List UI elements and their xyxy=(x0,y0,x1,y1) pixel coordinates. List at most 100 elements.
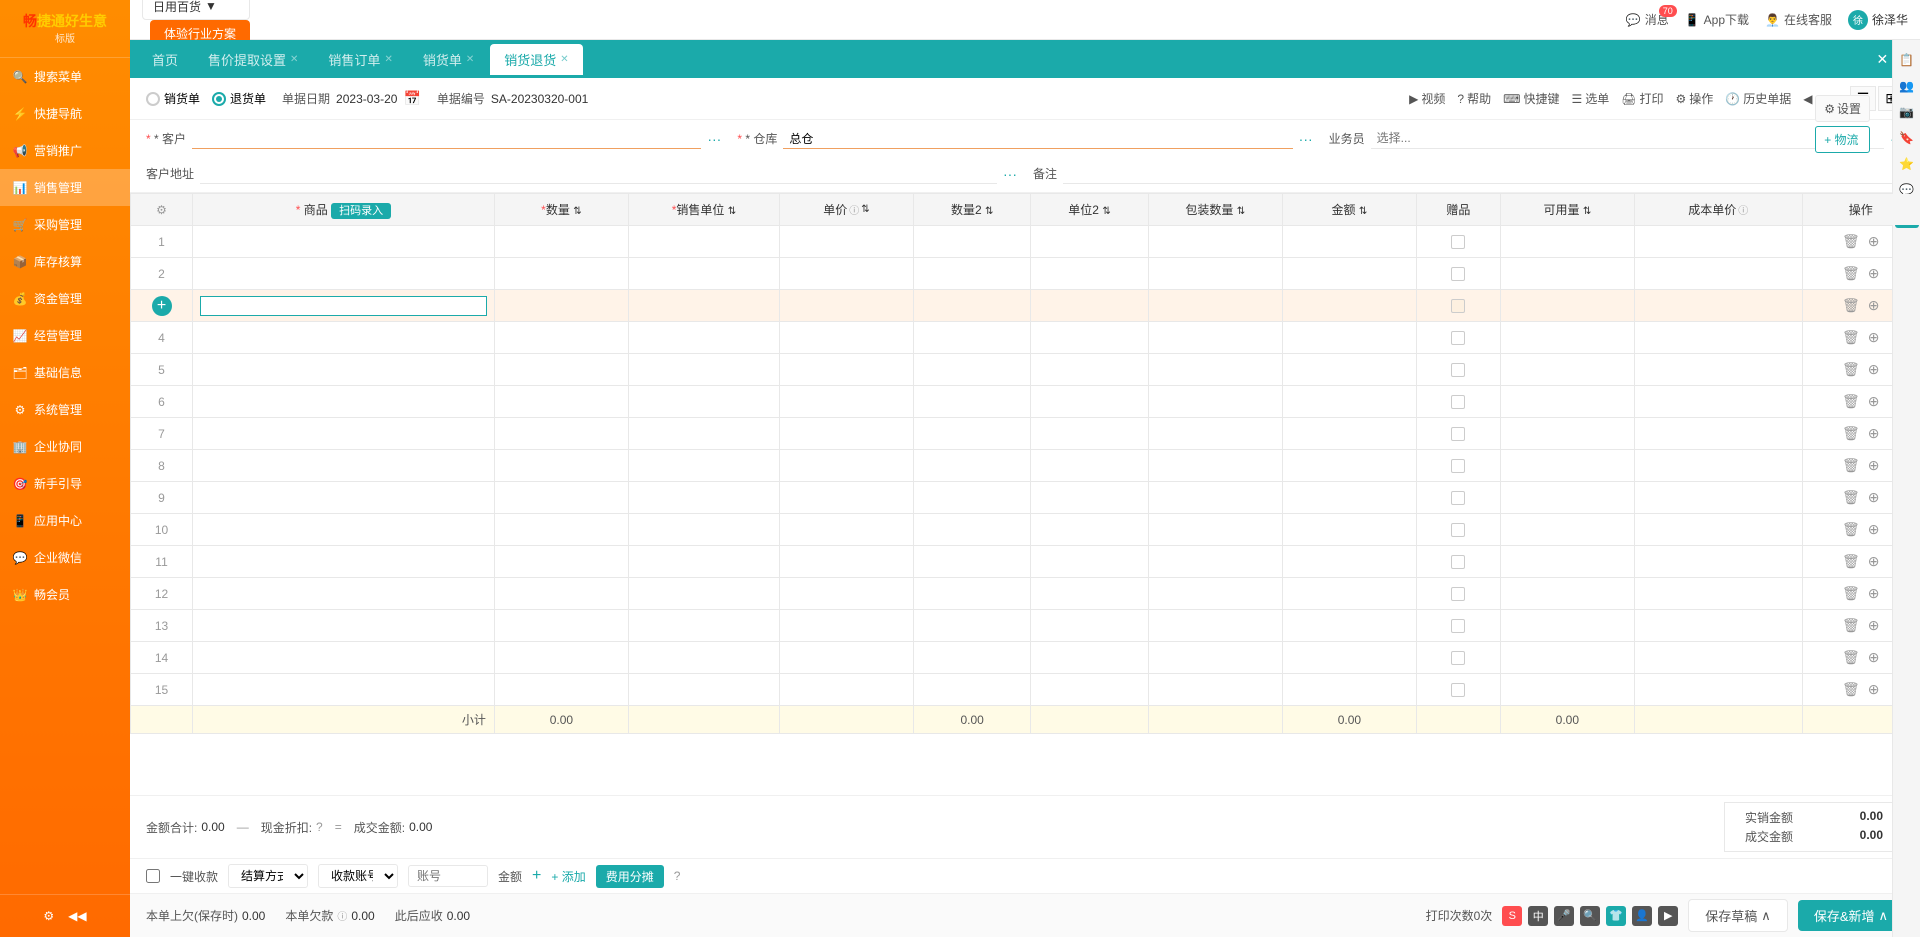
save-draft-btn[interactable]: 保存草稿 ∧ xyxy=(1688,899,1788,932)
gift-checkbox[interactable] xyxy=(1451,363,1465,377)
copy-row-btn[interactable]: ⊕ xyxy=(1866,487,1882,508)
tab-sales-close[interactable]: ✕ xyxy=(466,54,474,65)
address-input[interactable] xyxy=(200,163,997,184)
qty2-cell[interactable] xyxy=(913,258,1030,290)
app-download-group[interactable]: 📱 App下载 xyxy=(1685,11,1749,28)
discount-help-icon[interactable]: ? xyxy=(316,820,323,834)
sidebar-item-enterprise[interactable]: 🏢 企业协同 xyxy=(0,428,130,465)
pkg-cell[interactable] xyxy=(1148,226,1282,258)
rp-bookmark-icon[interactable]: 🔖 xyxy=(1895,126,1919,150)
gift-checkbox[interactable] xyxy=(1451,427,1465,441)
gift-checkbox[interactable] xyxy=(1451,267,1465,281)
tab-sales-return[interactable]: 销货退货 ✕ xyxy=(490,44,582,75)
copy-row-btn[interactable]: ⊕ xyxy=(1866,647,1882,668)
delete-row-active-btn[interactable]: 🗑 xyxy=(1840,295,1862,316)
icon-zh[interactable]: 中 xyxy=(1528,906,1548,926)
gift-checkbox[interactable] xyxy=(1451,619,1465,633)
icon-tshirt[interactable]: 👕 xyxy=(1606,906,1626,926)
unit2-cell[interactable] xyxy=(1031,258,1148,290)
cost-info-icon[interactable]: ⓘ xyxy=(1738,202,1748,217)
select-link[interactable]: ☰ 选单 xyxy=(1571,90,1609,107)
tab-return-close[interactable]: ✕ xyxy=(560,54,568,65)
col-settings-icon[interactable]: ⚙ xyxy=(156,203,167,217)
th-settings[interactable]: ⚙ xyxy=(131,194,193,226)
gift-cell[interactable] xyxy=(1416,226,1500,258)
product-cell[interactable] xyxy=(193,226,495,258)
copy-row-btn[interactable]: ⊕ xyxy=(1866,519,1882,540)
gift-checkbox[interactable] xyxy=(1451,555,1465,569)
qty-cell-active[interactable] xyxy=(494,290,628,322)
copy-row-btn[interactable]: ⊕ xyxy=(1866,615,1882,636)
price-info-icon[interactable]: ⓘ xyxy=(849,202,859,217)
operation-link[interactable]: ⚙ 操作 xyxy=(1675,90,1713,107)
sidebar-item-apps[interactable]: 📱 应用中心 xyxy=(0,502,130,539)
message-icon-group[interactable]: 💬 70 消息 xyxy=(1626,11,1669,28)
sidebar-item-system[interactable]: ⚙ 系统管理 xyxy=(0,391,130,428)
available-cell[interactable] xyxy=(1500,226,1634,258)
amount-cell[interactable] xyxy=(1282,258,1416,290)
copy-row-btn[interactable]: ⊕ xyxy=(1866,679,1882,700)
user-avatar[interactable]: 徐 徐泽华 xyxy=(1848,10,1908,30)
unit2-cell[interactable] xyxy=(1031,226,1148,258)
cost-cell[interactable] xyxy=(1634,258,1802,290)
delete-row-btn[interactable]: 🗑 xyxy=(1840,231,1862,252)
sidebar-item-inventory[interactable]: 📦 库存核算 xyxy=(0,243,130,280)
delete-row-btn[interactable]: 🗑 xyxy=(1840,263,1862,284)
available-cell-active[interactable] xyxy=(1500,290,1634,322)
copy-row-btn[interactable]: ⊕ xyxy=(1866,327,1882,348)
icon-search[interactable]: 🔍 xyxy=(1580,906,1600,926)
icon-extra[interactable]: ▶ xyxy=(1658,906,1678,926)
delete-row-btn[interactable]: 🗑 xyxy=(1840,519,1862,540)
sidebar-item-member[interactable]: 👑 畅会员 xyxy=(0,576,130,613)
copy-row-active-btn[interactable]: ⊕ xyxy=(1866,295,1882,316)
print-link[interactable]: 🖨 打印 xyxy=(1621,90,1663,107)
payment-help-icon[interactable]: ? xyxy=(674,869,681,883)
qty2-cell[interactable] xyxy=(913,226,1030,258)
remark-input[interactable] xyxy=(1063,163,1904,184)
rp-star-icon[interactable]: ⭐ xyxy=(1895,152,1919,176)
sidebar-item-sales[interactable]: 📊 销售管理 xyxy=(0,169,130,206)
available-cell[interactable] xyxy=(1500,258,1634,290)
gift-checkbox[interactable] xyxy=(1451,523,1465,537)
gift-checkbox[interactable] xyxy=(1451,459,1465,473)
delete-row-btn[interactable]: 🗑 xyxy=(1840,391,1862,412)
prev-btn[interactable]: ◀ xyxy=(1803,92,1812,106)
salesperson-input[interactable] xyxy=(1371,128,1884,149)
tab-home[interactable]: 首页 xyxy=(138,44,192,75)
expense-split-btn[interactable]: 费用分摊 xyxy=(596,865,664,888)
add-row-btn[interactable]: + xyxy=(152,296,172,316)
customer-dots[interactable]: ··· xyxy=(707,131,721,147)
qty-cell[interactable] xyxy=(494,258,628,290)
delete-row-btn[interactable]: 🗑 xyxy=(1840,583,1862,604)
warehouse-input[interactable]: 总仓 xyxy=(783,128,1292,149)
scan-input-btn[interactable]: 扫码录入 xyxy=(331,203,391,219)
sidebar-item-marketing[interactable]: 📢 营销推广 xyxy=(0,132,130,169)
sidebar-item-wechat[interactable]: 💬 企业微信 xyxy=(0,539,130,576)
one-click-checkbox[interactable] xyxy=(146,869,160,883)
product-input-active[interactable] xyxy=(201,297,486,315)
unit-cell[interactable] xyxy=(628,226,779,258)
rp-camera-icon[interactable]: 📷 xyxy=(1895,100,1919,124)
address-dots[interactable]: ··· xyxy=(1003,166,1017,182)
industry-dropdown[interactable]: 日用百货 ▼ xyxy=(142,0,250,20)
amount-cell[interactable] xyxy=(1282,226,1416,258)
gift-checkbox[interactable] xyxy=(1451,651,1465,665)
delete-row-btn[interactable]: 🗑 xyxy=(1840,327,1862,348)
add-payment-label[interactable]: + 添加 xyxy=(551,868,585,885)
rp-clipboard-icon[interactable]: 📋 xyxy=(1895,48,1919,72)
price-cell[interactable] xyxy=(779,258,913,290)
gift-checkbox[interactable] xyxy=(1451,395,1465,409)
copy-row-btn[interactable]: ⊕ xyxy=(1866,359,1882,380)
copy-row-btn[interactable]: ⊕ xyxy=(1866,231,1882,252)
collapse-icon[interactable]: ◀◀ xyxy=(64,905,90,927)
pkg-cell[interactable] xyxy=(1148,258,1282,290)
copy-row-btn[interactable]: ⊕ xyxy=(1866,391,1882,412)
sidebar-item-shortcuts[interactable]: ⚡ 快捷导航 xyxy=(0,95,130,132)
sidebar-item-operations[interactable]: 📈 经营管理 xyxy=(0,317,130,354)
customer-input[interactable] xyxy=(192,128,701,149)
tab-price-close[interactable]: ✕ xyxy=(290,54,298,65)
icon-mic[interactable]: 🎤 xyxy=(1554,906,1574,926)
sidebar-item-purchase[interactable]: 🛒 采购管理 xyxy=(0,206,130,243)
copy-row-btn[interactable]: ⊕ xyxy=(1866,263,1882,284)
account-input[interactable] xyxy=(408,865,488,887)
